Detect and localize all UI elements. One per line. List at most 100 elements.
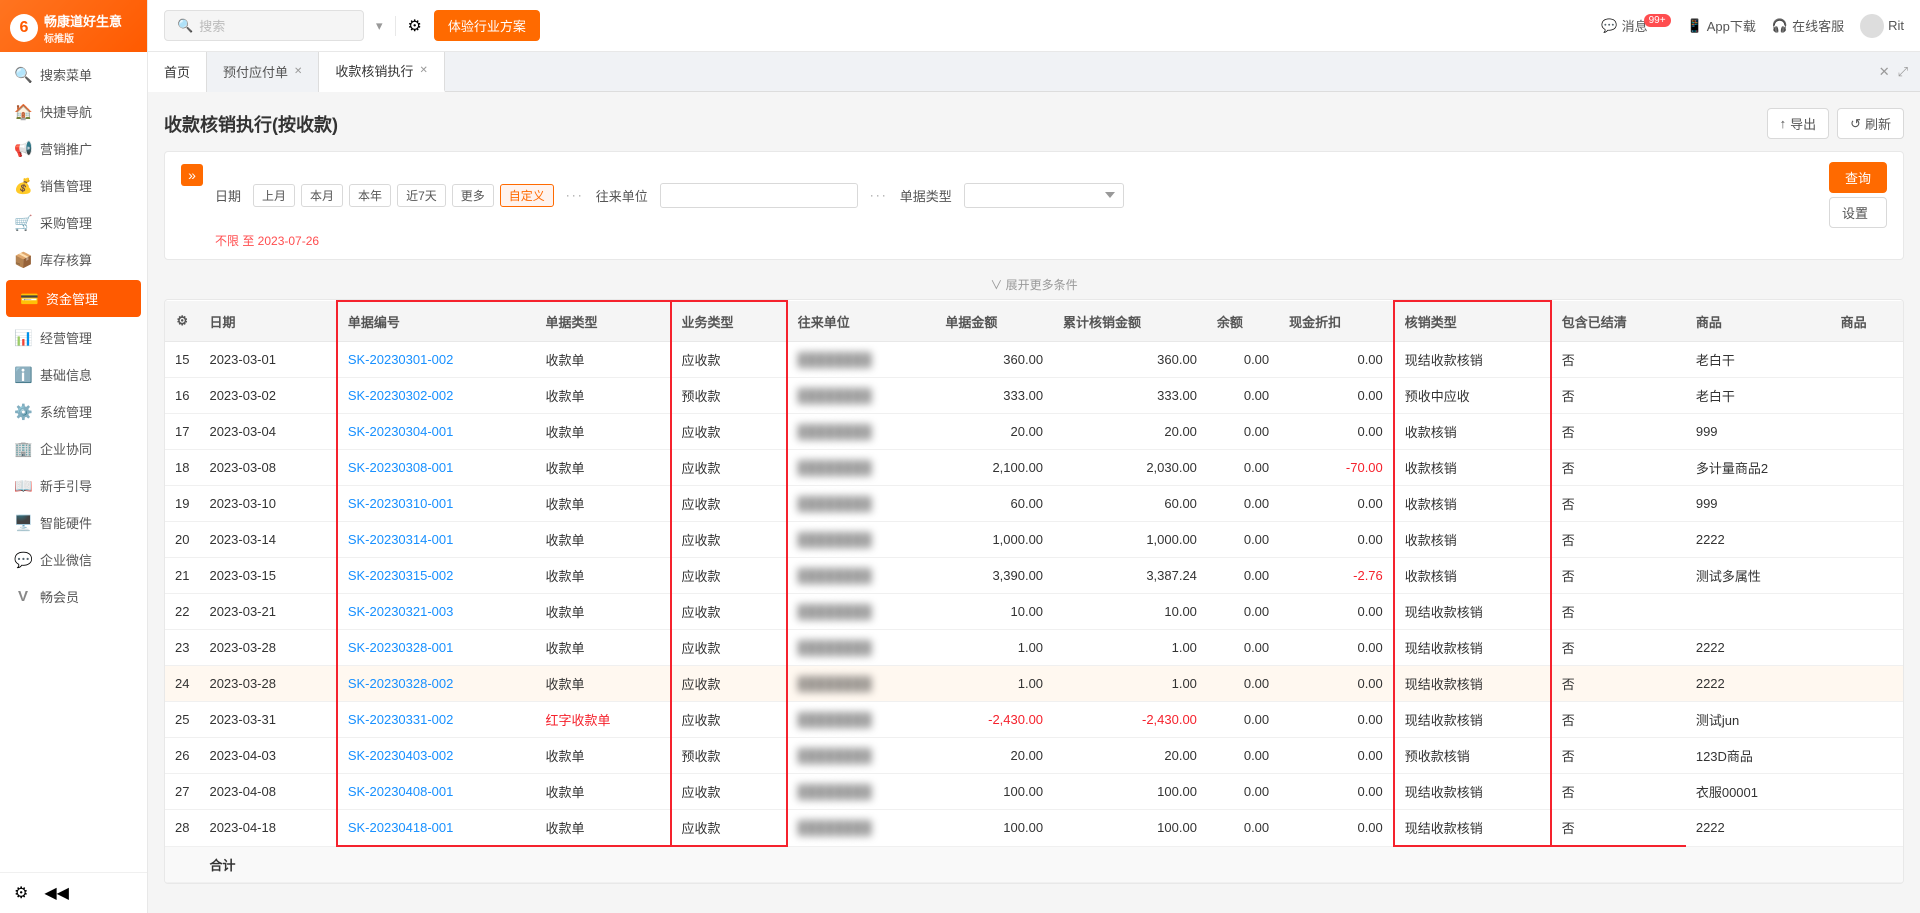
row-counterpart: ████████ — [787, 774, 936, 810]
row-bill-type: 收款单 — [536, 774, 671, 810]
row-date: 2023-03-21 — [199, 594, 336, 630]
tab-receivable-close[interactable]: ✕ — [294, 66, 302, 77]
settings-button[interactable]: 设置 — [1829, 197, 1887, 228]
tab-collection-close[interactable]: ✕ — [419, 65, 427, 76]
tab-home[interactable]: 首页 — [148, 52, 207, 92]
row-balance: 0.00 — [1207, 342, 1279, 378]
row-counterpart: ████████ — [787, 486, 936, 522]
row-discount: 0.00 — [1279, 522, 1394, 558]
bill-no-link[interactable]: SK-20230301-002 — [348, 352, 454, 367]
sidebar-settings-icon[interactable]: ⚙ — [14, 883, 28, 903]
col-settings[interactable]: ⚙ — [165, 301, 199, 342]
bill-no-link[interactable]: SK-20230315-002 — [348, 568, 454, 583]
bill-no-link[interactable]: SK-20230331-002 — [348, 712, 454, 727]
bill-no-link[interactable]: SK-20230304-001 — [348, 424, 454, 439]
row-accum: 1.00 — [1053, 666, 1207, 702]
row-included: 否 — [1551, 774, 1686, 810]
row-bill-type: 收款单 — [536, 558, 671, 594]
user-name-item[interactable]: Rit — [1860, 14, 1904, 38]
row-date: 2023-04-03 — [199, 738, 336, 774]
row-balance: 0.00 — [1207, 774, 1279, 810]
tabbar-actions: ✕ ⤢ — [1879, 64, 1920, 80]
row-date: 2023-03-31 — [199, 702, 336, 738]
row-product: 衣服00001 — [1686, 774, 1831, 810]
filter-date-this-year[interactable]: 本年 — [349, 184, 391, 207]
row-date: 2023-03-02 — [199, 378, 336, 414]
table-header-row: ⚙ 日期 单据编号 单据类型 业务类型 往来单位 单据金额 累计核销金额 余额 … — [165, 301, 1903, 342]
sidebar-nav: 🔍 搜索菜单 🏠 快捷导航 📢 营销推广 💰 销售管理 🛒 采购管理 📦 库存核… — [0, 52, 147, 872]
sidebar-item-member[interactable]: V 畅会员 — [0, 578, 147, 615]
row-bill-no: SK-20230308-001 — [337, 450, 536, 486]
bill-no-link[interactable]: SK-20230310-001 — [348, 496, 454, 511]
row-balance: 0.00 — [1207, 486, 1279, 522]
filter-date-this-month[interactable]: 本月 — [301, 184, 343, 207]
sidebar-item-sales[interactable]: 💰 销售管理 — [0, 167, 147, 204]
filter-date-options: 上月 本月 本年 近7天 更多 自定义 — [253, 184, 554, 207]
member-icon: V — [14, 588, 32, 605]
row-no: 20 — [165, 522, 199, 558]
bill-no-link[interactable]: SK-20230408-001 — [348, 784, 454, 799]
sidebar-item-operations[interactable]: 📊 经营管理 — [0, 319, 147, 356]
filter-date-more[interactable]: 更多 — [452, 184, 494, 207]
bill-no-link[interactable]: SK-20230328-002 — [348, 676, 454, 691]
row-cancel-type: 现结收款核销 — [1394, 630, 1551, 666]
sidebar-item-inventory[interactable]: 📦 库存核算 — [0, 241, 147, 278]
bill-no-link[interactable]: SK-20230403-002 — [348, 748, 454, 763]
row-no: 15 — [165, 342, 199, 378]
tab-close-all-icon[interactable]: ✕ — [1879, 64, 1890, 80]
table-row: 24 2023-03-28 SK-20230328-002 收款单 应收款 ██… — [165, 666, 1903, 702]
tab-home-label: 首页 — [164, 62, 190, 81]
topbar-settings-icon[interactable]: ⚙ — [408, 16, 422, 36]
tab-receivable[interactable]: 预付应付单 ✕ — [207, 52, 319, 92]
bill-no-link[interactable]: SK-20230328-001 — [348, 640, 454, 655]
row-accum: 2,030.00 — [1053, 450, 1207, 486]
tab-expand-icon[interactable]: ⤢ — [1898, 64, 1908, 80]
query-button[interactable]: 查询 — [1829, 162, 1887, 193]
row-no: 21 — [165, 558, 199, 594]
row-included: 否 — [1551, 702, 1686, 738]
sidebar-item-wechat[interactable]: 💬 企业微信 — [0, 541, 147, 578]
filter-date-last-month[interactable]: 上月 — [253, 184, 295, 207]
sidebar-item-enterprise[interactable]: 🏢 企业协同 — [0, 430, 147, 467]
filter-toggle-button[interactable]: » — [181, 164, 203, 186]
filter-counterpart-input[interactable] — [660, 183, 858, 208]
sidebar-item-finance[interactable]: 💳 资金管理 — [6, 280, 141, 317]
filter-date-7days[interactable]: 近7天 — [397, 184, 446, 207]
basic-info-icon: ℹ️ — [14, 366, 32, 384]
topbar-dropdown-arrow[interactable]: ▾ — [376, 18, 383, 34]
sidebar-item-smart[interactable]: 🖥️ 智能硬件 — [0, 504, 147, 541]
bill-no-link[interactable]: SK-20230308-001 — [348, 460, 454, 475]
topbar-search-box[interactable]: 🔍 搜索 — [164, 10, 364, 41]
col-bill-type: 单据类型 — [536, 301, 671, 342]
row-discount: 0.00 — [1279, 810, 1394, 847]
row-amount: 1,000.00 — [935, 522, 1053, 558]
sidebar-item-marketing[interactable]: 📢 营销推广 — [0, 130, 147, 167]
sidebar-item-search[interactable]: 🔍 搜索菜单 — [0, 56, 147, 93]
bill-no-link[interactable]: SK-20230321-003 — [348, 604, 454, 619]
sidebar-item-basic-info[interactable]: ℹ️ 基础信息 — [0, 356, 147, 393]
sidebar-item-guide[interactable]: 📖 新手引导 — [0, 467, 147, 504]
bill-no-link[interactable]: SK-20230314-001 — [348, 532, 454, 547]
row-biz-type: 应收款 — [671, 414, 787, 450]
table-container: ⚙ 日期 单据编号 单据类型 业务类型 往来单位 单据金额 累计核销金额 余额 … — [164, 299, 1904, 884]
bill-no-link[interactable]: SK-20230418-001 — [348, 820, 454, 835]
message-item[interactable]: 💬 消息 99+ — [1601, 16, 1670, 35]
row-no: 23 — [165, 630, 199, 666]
refresh-button[interactable]: ↺ 刷新 — [1837, 108, 1904, 139]
sidebar-item-purchase[interactable]: 🛒 采购管理 — [0, 204, 147, 241]
bill-no-link[interactable]: SK-20230302-002 — [348, 388, 454, 403]
export-button[interactable]: ↑ 导出 — [1767, 108, 1830, 139]
expand-more-conditions[interactable]: ∨ 展开更多条件 — [164, 270, 1904, 299]
sidebar-collapse-icon[interactable]: ◀◀ — [44, 883, 69, 903]
online-service-item[interactable]: 🎧 在线客服 — [1772, 16, 1844, 35]
filter-bill-type-select[interactable] — [964, 183, 1124, 208]
app-download-item[interactable]: 📱 App下载 — [1687, 16, 1756, 35]
row-bill-no: SK-20230314-001 — [337, 522, 536, 558]
tab-collection[interactable]: 收款核销执行 ✕ — [319, 52, 444, 92]
sidebar: 6 畅康道好生意 标推版 🔍 搜索菜单 🏠 快捷导航 📢 营销推广 💰 销售管理… — [0, 0, 148, 913]
sidebar-item-quick-nav[interactable]: 🏠 快捷导航 — [0, 93, 147, 130]
filter-date-custom[interactable]: 自定义 — [500, 184, 554, 207]
sidebar-item-system[interactable]: ⚙️ 系统管理 — [0, 393, 147, 430]
row-balance: 0.00 — [1207, 630, 1279, 666]
solution-button[interactable]: 体验行业方案 — [434, 10, 540, 41]
